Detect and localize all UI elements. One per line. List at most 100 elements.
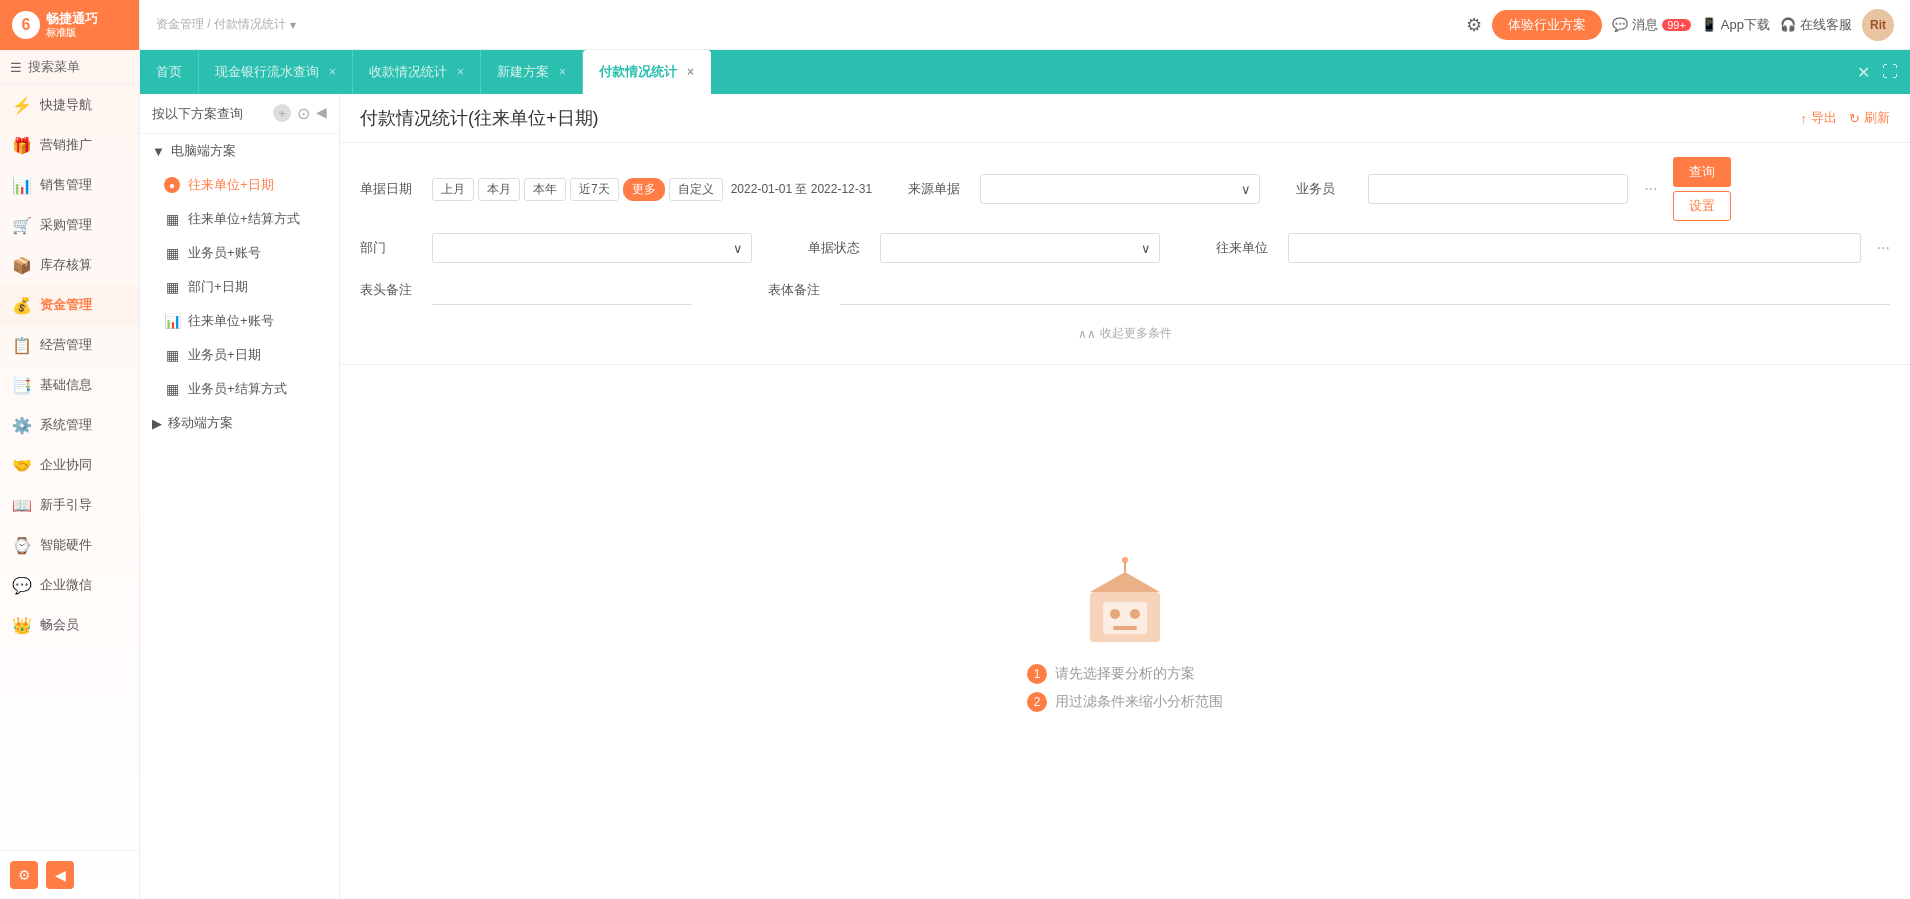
scheme-settings-btn[interactable]: ⊙ [297,104,310,123]
sidebar-item-marketing[interactable]: 🎁 营销推广 [0,125,139,165]
tab-home[interactable]: 首页 [140,50,199,94]
page-title: 付款情况统计(往来单位+日期) [360,106,1801,130]
svg-marker-1 [1090,572,1160,592]
sidebar-item-finance[interactable]: 💰 资金管理 [0,285,139,325]
unit-more-btn[interactable]: ··· [1877,239,1890,257]
tab-receipt-stats[interactable]: 收款情况统计 × [353,50,481,94]
tab-payment-stats[interactable]: 付款情况统计 × [583,50,711,94]
tab-receipt-stats-close[interactable]: × [457,65,464,79]
refresh-btn[interactable]: ↻ 刷新 [1849,109,1890,127]
sidebar-item-purchase[interactable]: 🛒 采购管理 [0,205,139,245]
enterprise-label: 企业协同 [40,456,92,474]
tab-bank-flow[interactable]: 现金银行流水查询 × [199,50,353,94]
date-btn-last-month[interactable]: 上月 [432,178,474,201]
pc-section-collapse-icon: ▼ [152,144,165,159]
export-icon: ↑ [1801,111,1808,126]
wechat-icon: 💬 [12,575,32,595]
sidebar-item-wechat[interactable]: 💬 企业微信 [0,565,139,605]
sidebar-item-quick-nav[interactable]: ⚡ 快捷导航 [0,85,139,125]
header-notes-input[interactable] [432,275,692,305]
sidebar-item-operations[interactable]: 📋 经营管理 [0,325,139,365]
sidebar-item-hardware[interactable]: ⌚ 智能硬件 [0,525,139,565]
purchase-label: 采购管理 [40,216,92,234]
unit-select[interactable] [1288,233,1861,263]
scheme-item-dept-date[interactable]: ▦ 部门+日期 [140,270,339,304]
quick-nav-label: 快捷导航 [40,96,92,114]
scheme-item-staff-settlement[interactable]: ▦ 业务员+结算方式 [140,372,339,406]
sidebar-collapse-btn[interactable]: ◀ [46,861,74,889]
filter-settings-btn[interactable]: 设置 [1673,191,1731,221]
tab-bar-actions: ✕ ⛶ [1845,50,1910,94]
empty-text: 1 请先选择要分析的方案 2 用过滤条件来缩小分析范围 [1027,664,1223,712]
scheme-item-unit-settlement[interactable]: ▦ 往来单位+结算方式 [140,202,339,236]
query-btn[interactable]: 查询 [1673,157,1731,187]
date-btn-more[interactable]: 更多 [623,178,665,201]
system-icon: ⚙️ [12,415,32,435]
tab-fullscreen-icon[interactable]: ⛶ [1882,63,1898,81]
guide-label: 新手引导 [40,496,92,514]
basic-info-label: 基础信息 [40,376,92,394]
sidebar-item-member[interactable]: 👑 畅会员 [0,605,139,645]
guide-icon: 📖 [12,495,32,515]
refresh-icon: ↻ [1849,111,1860,126]
scheme-item-unit-date[interactable]: ● 往来单位+日期 [140,168,339,202]
scheme-add-btn[interactable]: + [273,104,291,122]
app-icon: 📱 [1701,17,1717,32]
sidebar-item-basic-info[interactable]: 📑 基础信息 [0,365,139,405]
scheme-panel: 按以下方案查询 + ⊙ ◀ ▼ 电脑端方案 ● 往来单位+日期 ▦ 往来单位+结… [140,94,340,899]
scheme-item-staff-account[interactable]: ▦ 业务员+账号 [140,236,339,270]
search-menu-item[interactable]: ☰ 搜索菜单 [0,50,139,85]
header-settings-icon[interactable]: ⚙ [1466,14,1482,36]
logo-text: 畅捷通巧 标准版 [46,11,98,39]
status-select[interactable]: ∨ [880,233,1160,263]
message-btn[interactable]: 💬 消息 99+ [1612,16,1691,34]
source-select[interactable]: ∨ [980,174,1260,204]
quick-nav-icon: ⚡ [12,95,32,115]
tab-new-scheme-close[interactable]: × [559,65,566,79]
body-notes-label: 表体备注 [768,281,824,299]
dept-select[interactable]: ∨ [432,233,752,263]
scheme-collapse-btn[interactable]: ◀ [316,104,327,123]
staff-select[interactable] [1368,174,1628,204]
scheme-item-icon-3: ▦ [164,279,180,295]
tab-close-all-icon[interactable]: ✕ [1857,63,1870,82]
logo-icon: 6 [12,11,40,39]
sidebar-item-enterprise[interactable]: 🤝 企业协同 [0,445,139,485]
breadcrumb-dropdown-icon[interactable]: ▾ [290,18,296,32]
svg-point-7 [1122,557,1128,563]
date-btn-custom[interactable]: 自定义 [669,178,723,201]
staff-more-btn[interactable]: ··· [1644,180,1657,198]
date-options: 上月 本月 本年 近7天 更多 自定义 2022-01-01 至 2022-12… [432,178,872,201]
try-industry-btn[interactable]: 体验行业方案 [1492,10,1602,40]
sidebar-item-guide[interactable]: 📖 新手引导 [0,485,139,525]
hardware-label: 智能硬件 [40,536,92,554]
app-download-btn[interactable]: 📱 App下载 [1701,16,1770,34]
date-btn-this-year[interactable]: 本年 [524,178,566,201]
date-btn-this-month[interactable]: 本月 [478,178,520,201]
tab-bank-flow-close[interactable]: × [329,65,336,79]
content-area: 按以下方案查询 + ⊙ ◀ ▼ 电脑端方案 ● 往来单位+日期 ▦ 往来单位+结… [140,94,1910,899]
scheme-item-unit-account[interactable]: 📊 往来单位+账号 [140,304,339,338]
online-service-btn[interactable]: 🎧 在线客服 [1780,16,1852,34]
dept-label: 部门 [360,239,416,257]
dept-select-arrow: ∨ [733,241,743,256]
mobile-section-title[interactable]: ▶ 移动端方案 [140,406,339,440]
user-avatar[interactable]: Rit [1862,9,1894,41]
pc-section-title[interactable]: ▼ 电脑端方案 [140,134,339,168]
sidebar-settings-btn[interactable]: ⚙ [10,861,38,889]
export-btn[interactable]: ↑ 导出 [1801,109,1838,127]
sidebar-item-sales[interactable]: 📊 销售管理 [0,165,139,205]
sidebar-item-inventory[interactable]: 📦 库存核算 [0,245,139,285]
empty-state-illustration [1065,552,1185,652]
tab-new-scheme[interactable]: 新建方案 × [481,50,583,94]
sidebar-bottom: ⚙ ◀ [0,850,139,899]
collapse-filters-btn[interactable]: ∧∧ 收起更多条件 [360,317,1890,350]
basic-info-icon: 📑 [12,375,32,395]
main-content: 付款情况统计(往来单位+日期) ↑ 导出 ↻ 刷新 单据日期 [340,94,1910,899]
date-btn-last-7-days[interactable]: 近7天 [570,178,619,201]
scheme-panel-header: 按以下方案查询 + ⊙ ◀ [140,94,339,134]
sidebar-item-system[interactable]: ⚙️ 系统管理 [0,405,139,445]
body-notes-input[interactable] [840,275,1890,305]
tab-payment-stats-close[interactable]: × [687,65,694,79]
scheme-item-staff-date[interactable]: ▦ 业务员+日期 [140,338,339,372]
